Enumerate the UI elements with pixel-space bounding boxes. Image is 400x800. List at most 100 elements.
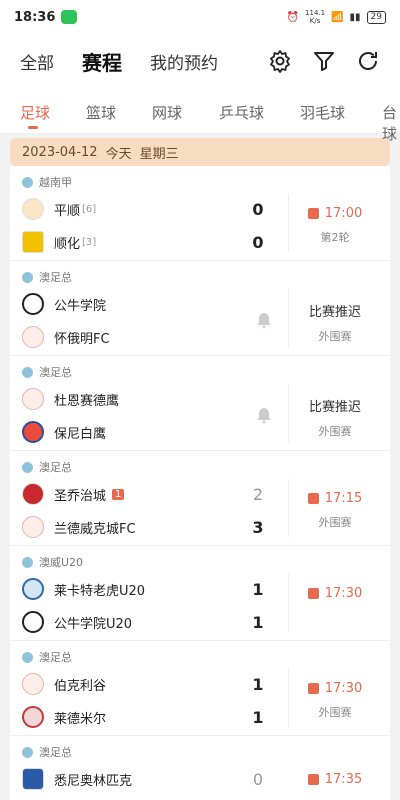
team-logo: [22, 516, 44, 538]
date-relative: 今天: [105, 146, 132, 162]
home-team-name: 悉尼奥林匹克: [54, 773, 133, 789]
divider: [288, 574, 289, 632]
divider: [288, 194, 289, 252]
team-logo: [22, 388, 44, 410]
match-card[interactable]: 澳威U20 莱卡特老虎U20 公牛学院U20 1 1 17:30: [10, 546, 390, 641]
home-team-name: 公牛学院: [54, 298, 107, 314]
team-logo: [22, 706, 44, 728]
match-card[interactable]: 澳足总 圣乔治城 1 兰德威克城FC 2 3 17:15 外围赛: [10, 451, 390, 546]
home-score: 2: [252, 485, 264, 504]
match-card[interactable]: 澳足总 伯克利谷 莱德米尔 1 1 17:30 外围赛: [10, 641, 390, 736]
match-time: 17:30: [290, 681, 380, 696]
football-icon: [22, 651, 33, 663]
away-score: 1: [252, 708, 264, 727]
football-icon: [22, 461, 33, 473]
match-card[interactable]: 澳足总 杜恩赛德鹰 保尼白鹰 比赛推迟 外围赛: [10, 356, 390, 451]
tab-tennis[interactable]: 网球: [152, 102, 182, 123]
calendar-icon: [307, 774, 319, 785]
home-team: 悉尼奥林匹克: [22, 768, 132, 790]
date-weekday: 星期三: [139, 146, 179, 162]
match-time-box: 17:00 第2轮: [290, 206, 380, 245]
team-logo: [22, 421, 44, 443]
league-name: 澳足总: [39, 651, 72, 664]
tab-billiards[interactable]: 台球: [382, 102, 400, 144]
active-tab-indicator: [28, 126, 38, 129]
home-rank: [6]: [82, 203, 97, 215]
away-team: 保尼白鹰: [22, 421, 106, 443]
football-icon: [22, 746, 33, 758]
status-icons: ⏰ 114.1 K/s 📶 ▮▮ 29: [287, 9, 386, 25]
speed-unit: K/s: [309, 17, 321, 25]
match-time: 17:30: [290, 586, 380, 601]
bell-icon[interactable]: [255, 406, 273, 424]
match-time-value: 17:35: [324, 772, 363, 787]
match-time: 17:35: [290, 772, 380, 787]
home-score: 1: [252, 580, 264, 599]
battery-icon: 29: [366, 10, 386, 24]
home-team: 杜恩赛德鹰: [22, 388, 119, 410]
tab-football[interactable]: 足球: [20, 102, 50, 123]
wifi-icon: 📶: [331, 11, 344, 23]
home-team-name: 杜恩赛德鹰: [54, 393, 120, 409]
tab-schedule[interactable]: 赛程: [82, 47, 122, 76]
calendar-icon: [307, 683, 319, 694]
match-card[interactable]: 澳足总 悉尼奥林匹克 0 17:35: [10, 736, 390, 800]
football-icon: [22, 366, 33, 378]
alarm-icon: ⏰: [286, 11, 300, 23]
tab-badminton[interactable]: 羽毛球: [300, 102, 345, 123]
home-team: 公牛学院: [22, 293, 106, 315]
tab-basketball[interactable]: 篮球: [86, 102, 116, 123]
league-name: 澳足总: [39, 366, 72, 379]
away-team: 怀俄明FC: [22, 326, 110, 348]
filter-icon[interactable]: [312, 49, 336, 73]
tab-my-reservations[interactable]: 我的预约: [150, 49, 218, 74]
bell-icon[interactable]: [255, 311, 273, 329]
date-value: 2023-04-12: [22, 144, 98, 160]
away-team-name: 顺化: [54, 236, 81, 252]
match-time: 17:00: [290, 206, 380, 221]
wechat-icon: [61, 10, 78, 24]
speed-value: 114.1: [305, 9, 326, 17]
league-name: 澳威U20: [39, 556, 84, 569]
away-score: 0: [252, 233, 264, 252]
home-team: 伯克利谷: [22, 673, 106, 695]
status-bar: 18:36 ⏰ 114.1 K/s 📶 ▮▮ 29: [0, 0, 400, 34]
match-round: 外围赛: [318, 330, 352, 343]
away-team-name: 公牛学院U20: [54, 616, 133, 632]
football-icon: [22, 176, 33, 188]
league-label: 澳足总: [22, 364, 72, 380]
away-team-name: 莱德米尔: [54, 711, 107, 727]
tab-table-tennis[interactable]: 乒乓球: [219, 102, 264, 123]
away-team-name: 怀俄明FC: [54, 331, 110, 347]
match-time-box: 17:35: [290, 772, 380, 787]
home-team-name: 圣乔治城: [54, 488, 107, 504]
calendar-icon: [307, 493, 319, 504]
away-team: 兰德威克城FC: [22, 516, 136, 538]
refresh-icon[interactable]: [356, 49, 380, 73]
league-label: 澳足总: [22, 269, 72, 285]
top-nav: 全部 赛程 我的预约: [0, 34, 400, 88]
gear-icon[interactable]: [268, 49, 292, 73]
match-card[interactable]: 越南甲 平顺 [6] 顺化 [3] 0 0 17:00 第2轮: [10, 166, 390, 261]
match-round: 外围赛: [318, 425, 352, 438]
home-team-name: 莱卡特老虎U20: [54, 583, 146, 599]
match-time-value: 17:30: [324, 681, 363, 696]
league-name: 澳足总: [39, 461, 72, 474]
home-score: 0: [252, 770, 264, 789]
away-score: 3: [252, 518, 264, 537]
date-bar: 2023-04-12 今天 星期三: [10, 138, 390, 166]
divider: [288, 384, 289, 442]
match-card[interactable]: 澳足总 公牛学院 怀俄明FC 比赛推迟 外围赛: [10, 261, 390, 356]
match-status: 比赛推迟: [308, 400, 361, 415]
calendar-icon: [307, 588, 319, 599]
team-logo: [22, 483, 44, 505]
league-label: 澳威U20: [22, 554, 83, 570]
calendar-icon: [307, 208, 319, 219]
match-status-box: 比赛推迟 外围赛: [290, 301, 380, 344]
team-logo: [22, 768, 44, 790]
red-card-badge: 1: [112, 488, 125, 500]
away-rank: [3]: [82, 236, 97, 248]
match-round: 外围赛: [318, 516, 352, 529]
tab-all[interactable]: 全部: [20, 49, 54, 74]
match-time-box: 17:15 外围赛: [290, 491, 380, 530]
